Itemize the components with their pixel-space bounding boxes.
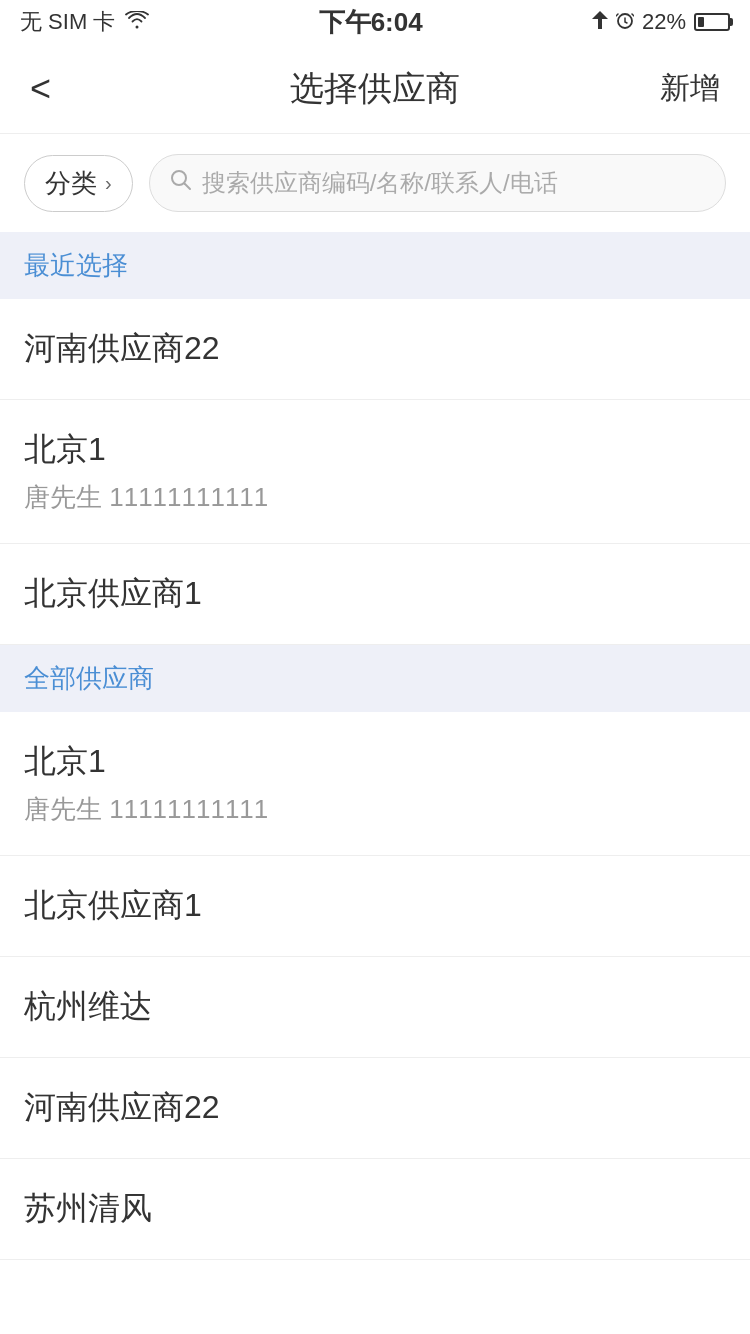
item-name: 河南供应商22: [24, 327, 726, 371]
item-name: 杭州维达: [24, 985, 726, 1029]
all-section-label: 全部供应商: [24, 663, 154, 693]
search-icon: [170, 169, 192, 197]
item-sub: 唐先生 11111111111: [24, 792, 726, 827]
chevron-right-icon: ›: [105, 172, 112, 195]
battery-icon: [694, 13, 730, 31]
location-icon: [592, 9, 608, 35]
nav-bar: < 选择供应商 新增: [0, 44, 750, 134]
back-button[interactable]: <: [30, 68, 90, 110]
sim-text: 无 SIM 卡: [20, 7, 115, 37]
list-item[interactable]: 北京供应商1: [0, 544, 750, 645]
search-placeholder: 搜索供应商编码/名称/联系人/电话: [202, 167, 558, 199]
page-title: 选择供应商: [290, 66, 460, 112]
list-item[interactable]: 苏州清风: [0, 1159, 750, 1260]
item-name: 北京供应商1: [24, 884, 726, 928]
recent-items-list: 河南供应商22 北京1 唐先生 11111111111 北京供应商1: [0, 299, 750, 645]
status-left: 无 SIM 卡: [20, 7, 149, 37]
category-label: 分类: [45, 166, 97, 201]
item-name: 北京1: [24, 740, 726, 784]
item-name: 河南供应商22: [24, 1086, 726, 1130]
all-items-list: 北京1 唐先生 11111111111 北京供应商1 杭州维达 河南供应商22 …: [0, 712, 750, 1260]
item-name: 北京供应商1: [24, 572, 726, 616]
list-item[interactable]: 北京1 唐先生 11111111111: [0, 400, 750, 544]
battery-percent: 22%: [642, 9, 686, 35]
list-item[interactable]: 北京1 唐先生 11111111111: [0, 712, 750, 856]
list-item[interactable]: 北京供应商1: [0, 856, 750, 957]
item-sub: 唐先生 11111111111: [24, 480, 726, 515]
list-item[interactable]: 河南供应商22: [0, 299, 750, 400]
recent-section-header: 最近选择: [0, 232, 750, 299]
wifi-icon: [125, 9, 149, 35]
search-box[interactable]: 搜索供应商编码/名称/联系人/电话: [149, 154, 726, 212]
recent-section-label: 最近选择: [24, 250, 128, 280]
add-button[interactable]: 新增: [660, 68, 720, 109]
status-right: 22%: [592, 9, 730, 35]
list-item[interactable]: 杭州维达: [0, 957, 750, 1058]
all-section-header: 全部供应商: [0, 645, 750, 712]
filter-bar: 分类 › 搜索供应商编码/名称/联系人/电话: [0, 134, 750, 232]
alarm-icon: [616, 9, 634, 35]
status-time: 下午6:04: [319, 5, 423, 40]
item-name: 苏州清风: [24, 1187, 726, 1231]
status-bar: 无 SIM 卡 下午6:04 22%: [0, 0, 750, 44]
category-button[interactable]: 分类 ›: [24, 155, 133, 212]
list-item[interactable]: 河南供应商22: [0, 1058, 750, 1159]
item-name: 北京1: [24, 428, 726, 472]
